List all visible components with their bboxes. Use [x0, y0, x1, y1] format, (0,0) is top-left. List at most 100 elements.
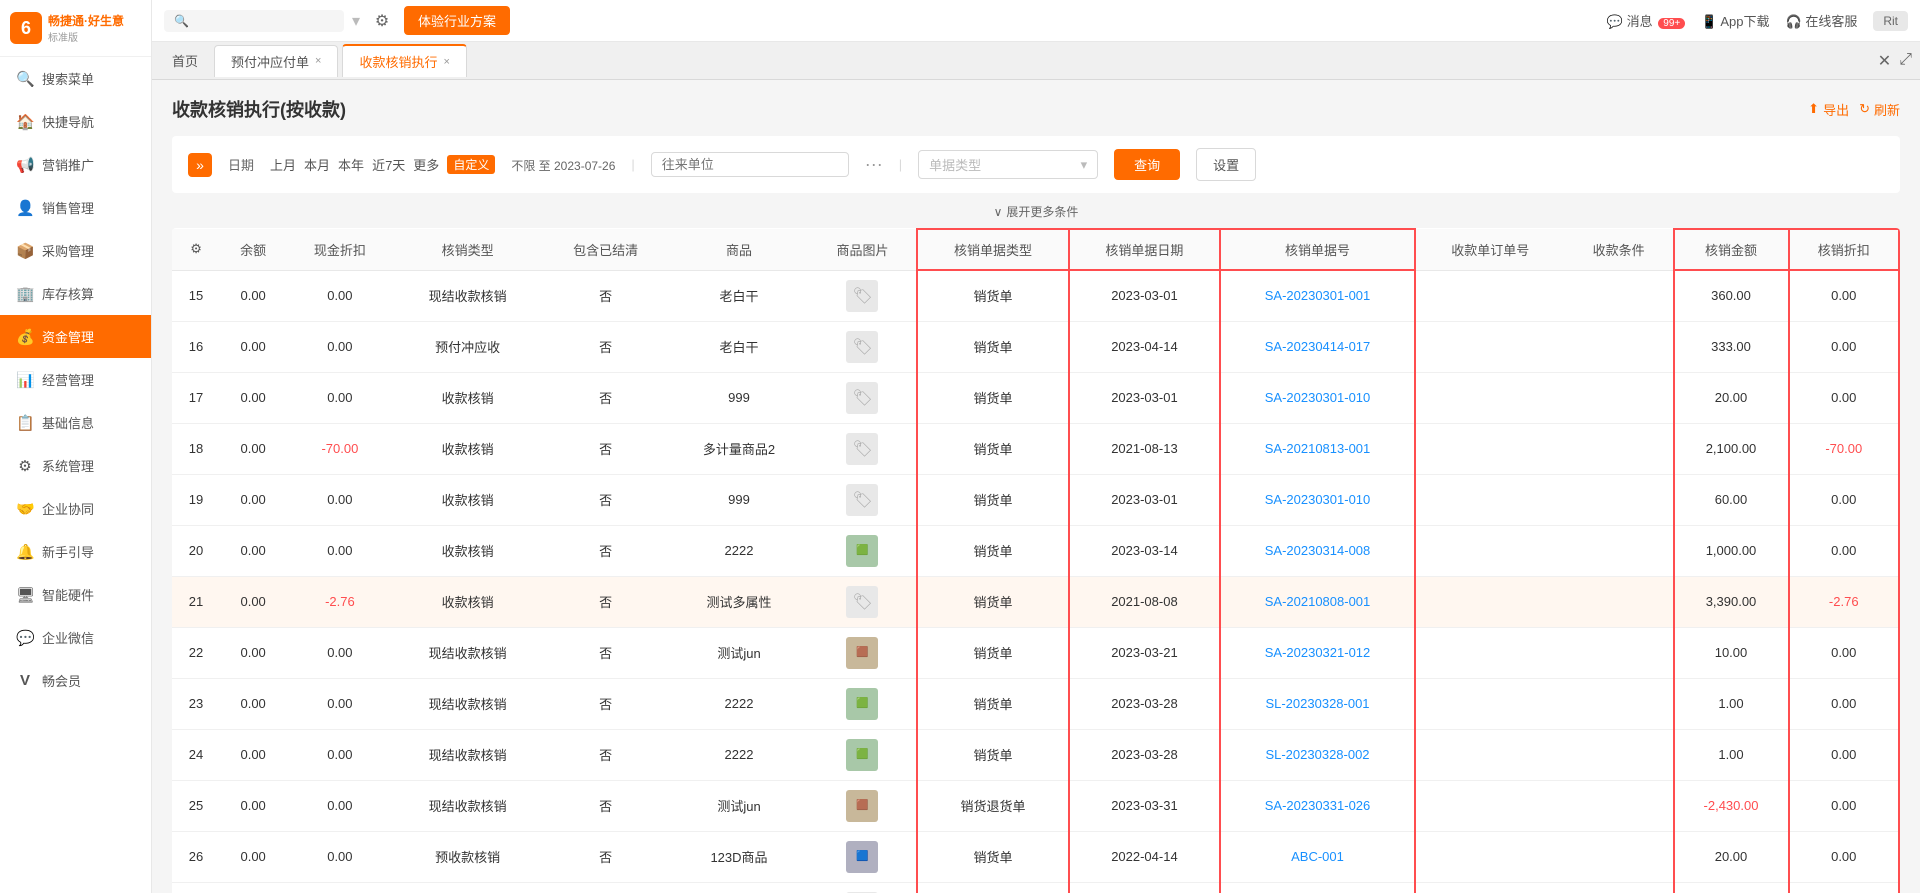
sidebar-item-basic[interactable]: 📋 基础信息	[0, 401, 151, 444]
th-balance: 余额	[220, 229, 286, 270]
th-verify-date: 核销单据日期	[1069, 229, 1220, 270]
voucher-no-link[interactable]: SA-20230331-026	[1265, 798, 1371, 813]
cell-verify-amount: 60.00	[1674, 474, 1789, 525]
cell-verify-type: 现结收款核销	[394, 627, 542, 678]
query-button[interactable]: 查询	[1114, 149, 1180, 180]
voucher-no-link[interactable]: SA-20230314-008	[1265, 543, 1371, 558]
date-last-month[interactable]: 上月	[270, 155, 296, 174]
cell-balance: 0.00	[220, 576, 286, 627]
goods-image: 🟩	[846, 688, 878, 720]
date-this-year[interactable]: 本年	[338, 155, 364, 174]
user-avatar[interactable]: Rit	[1873, 11, 1908, 31]
tab-verify-close-icon[interactable]: ×	[443, 56, 449, 68]
marketing-icon: 📢	[16, 156, 34, 174]
partner-filter-input[interactable]	[651, 152, 849, 177]
tabs-window-controls: ✕ ⤢	[1878, 51, 1912, 71]
sidebar-item-wechat[interactable]: 💬 企业微信	[0, 616, 151, 659]
sidebar-item-purchase[interactable]: 📦 采购管理	[0, 229, 151, 272]
cell-receipt-no	[1415, 321, 1565, 372]
voucher-no-link[interactable]: SA-20210808-001	[1265, 594, 1371, 609]
tab-prepay[interactable]: 预付冲应付单 ×	[214, 45, 338, 77]
sidebar-item-enterprise[interactable]: 🤝 企业协同	[0, 487, 151, 530]
cell-verify-type: 现结收款核销	[394, 882, 542, 893]
cell-goods: 老白干	[669, 321, 808, 372]
th-receipt-condition: 收款条件	[1565, 229, 1674, 270]
date-7days[interactable]: 近7天	[372, 155, 405, 174]
sidebar-item-guide[interactable]: 🔔 新手引导	[0, 530, 151, 573]
filter-arrow-button[interactable]: »	[188, 153, 212, 177]
cell-id: 18	[172, 423, 220, 474]
cell-verify-date: 2023-03-01	[1069, 474, 1220, 525]
cell-voucher-type: 销货单	[917, 270, 1068, 321]
cell-verify-date: 2023-03-01	[1069, 270, 1220, 321]
export-icon: ⬆	[1808, 101, 1819, 117]
table-row: 21 0.00 -2.76 收款核销 否 测试多属性 🏷 销货单 2021-08…	[172, 576, 1899, 627]
message-button[interactable]: 💬 消息 99+	[1607, 11, 1685, 30]
voucher-no-link[interactable]: SA-20230301-010	[1265, 390, 1371, 405]
cell-goods-img: 🏷	[809, 321, 918, 372]
sidebar-item-sales[interactable]: 👤 销售管理	[0, 186, 151, 229]
voucher-type-select[interactable]: 单据类型 ▾	[918, 150, 1098, 179]
cell-verify-discount: 0.00	[1789, 627, 1900, 678]
dropdown-chevron-icon[interactable]: ▾	[352, 11, 360, 31]
voucher-no-link[interactable]: SL-20230328-002	[1265, 747, 1369, 762]
cell-voucher-type: 销货单	[917, 372, 1068, 423]
cell-cash-discount: 0.00	[286, 831, 393, 882]
cell-goods-img: 🏷	[809, 882, 918, 893]
voucher-no-link[interactable]: SL-20230328-001	[1265, 696, 1369, 711]
cell-goods-img: 🟦	[809, 831, 918, 882]
sidebar-item-finance[interactable]: 💰 资金管理	[0, 315, 151, 358]
date-custom-button[interactable]: 自定义	[447, 155, 495, 174]
cell-included: 否	[542, 678, 670, 729]
gear-button[interactable]: ⚙	[368, 7, 396, 35]
cell-id: 26	[172, 831, 220, 882]
cell-goods: 测试jun	[669, 780, 808, 831]
close-window-icon[interactable]: ✕	[1878, 51, 1891, 71]
cell-balance: 0.00	[220, 423, 286, 474]
voucher-no-link[interactable]: SA-20230414-017	[1265, 339, 1371, 354]
settings-button[interactable]: 设置	[1196, 148, 1256, 181]
cell-verify-discount: 0.00	[1789, 372, 1900, 423]
sidebar-item-hardware[interactable]: 🖥 智能硬件	[0, 573, 151, 616]
tab-home[interactable]: 首页	[160, 45, 210, 76]
topbar-search-box[interactable]: 🔍	[164, 10, 344, 32]
cell-goods: 2222	[669, 525, 808, 576]
cell-goods: 老白干	[669, 270, 808, 321]
sidebar-item-marketing[interactable]: 📢 营销推广	[0, 143, 151, 186]
cell-id: 21	[172, 576, 220, 627]
cell-receipt-no	[1415, 627, 1565, 678]
sidebar-item-operation[interactable]: 📊 经营管理	[0, 358, 151, 401]
expand-more-conditions-button[interactable]: ∨ 展开更多条件	[994, 203, 1079, 220]
export-button[interactable]: ⬆ 导出	[1808, 100, 1849, 119]
th-verify-no: 核销单据号	[1220, 229, 1415, 270]
page-header: 收款核销执行(按收款) ⬆ 导出 ↻ 刷新	[172, 96, 1900, 122]
tab-prepay-close-icon[interactable]: ×	[315, 55, 321, 67]
cell-verify-no: SA-20210813-001	[1220, 423, 1415, 474]
voucher-no-link[interactable]: SA-20230301-001	[1265, 288, 1371, 303]
th-gear[interactable]: ⚙	[172, 229, 220, 270]
cell-verify-discount: -2.76	[1789, 576, 1900, 627]
voucher-no-link[interactable]: SA-20230301-010	[1265, 492, 1371, 507]
date-more[interactable]: 更多	[413, 155, 439, 174]
sidebar-item-system[interactable]: ⚙ 系统管理	[0, 444, 151, 487]
trial-industry-button[interactable]: 体验行业方案	[404, 6, 510, 35]
voucher-no-link[interactable]: ABC-001	[1291, 849, 1344, 864]
operation-icon: 📊	[16, 371, 34, 389]
filter-dots-icon[interactable]: ···	[865, 154, 883, 175]
sidebar-item-search[interactable]: 🔍 搜索菜单	[0, 57, 151, 100]
sidebar-item-vip[interactable]: V 畅会员	[0, 659, 151, 702]
app-download-button[interactable]: 📱 App下载	[1701, 11, 1769, 30]
voucher-no-link[interactable]: SA-20210813-001	[1265, 441, 1371, 456]
cell-id: 15	[172, 270, 220, 321]
voucher-no-link[interactable]: SA-20230321-012	[1265, 645, 1371, 660]
column-settings-icon[interactable]: ⚙	[190, 241, 202, 256]
cell-verify-amount: 20.00	[1674, 831, 1789, 882]
cell-receipt-no	[1415, 780, 1565, 831]
sidebar-item-shortcut[interactable]: 🏠 快捷导航	[0, 100, 151, 143]
date-this-month[interactable]: 本月	[304, 155, 330, 174]
refresh-button[interactable]: ↻ 刷新	[1859, 100, 1900, 119]
online-service-button[interactable]: 🎧 在线客服	[1786, 11, 1858, 30]
tab-verify[interactable]: 收款核销执行 ×	[342, 44, 466, 77]
sidebar-item-inventory[interactable]: 🏢 库存核算	[0, 272, 151, 315]
maximize-window-icon[interactable]: ⤢	[1899, 51, 1912, 71]
